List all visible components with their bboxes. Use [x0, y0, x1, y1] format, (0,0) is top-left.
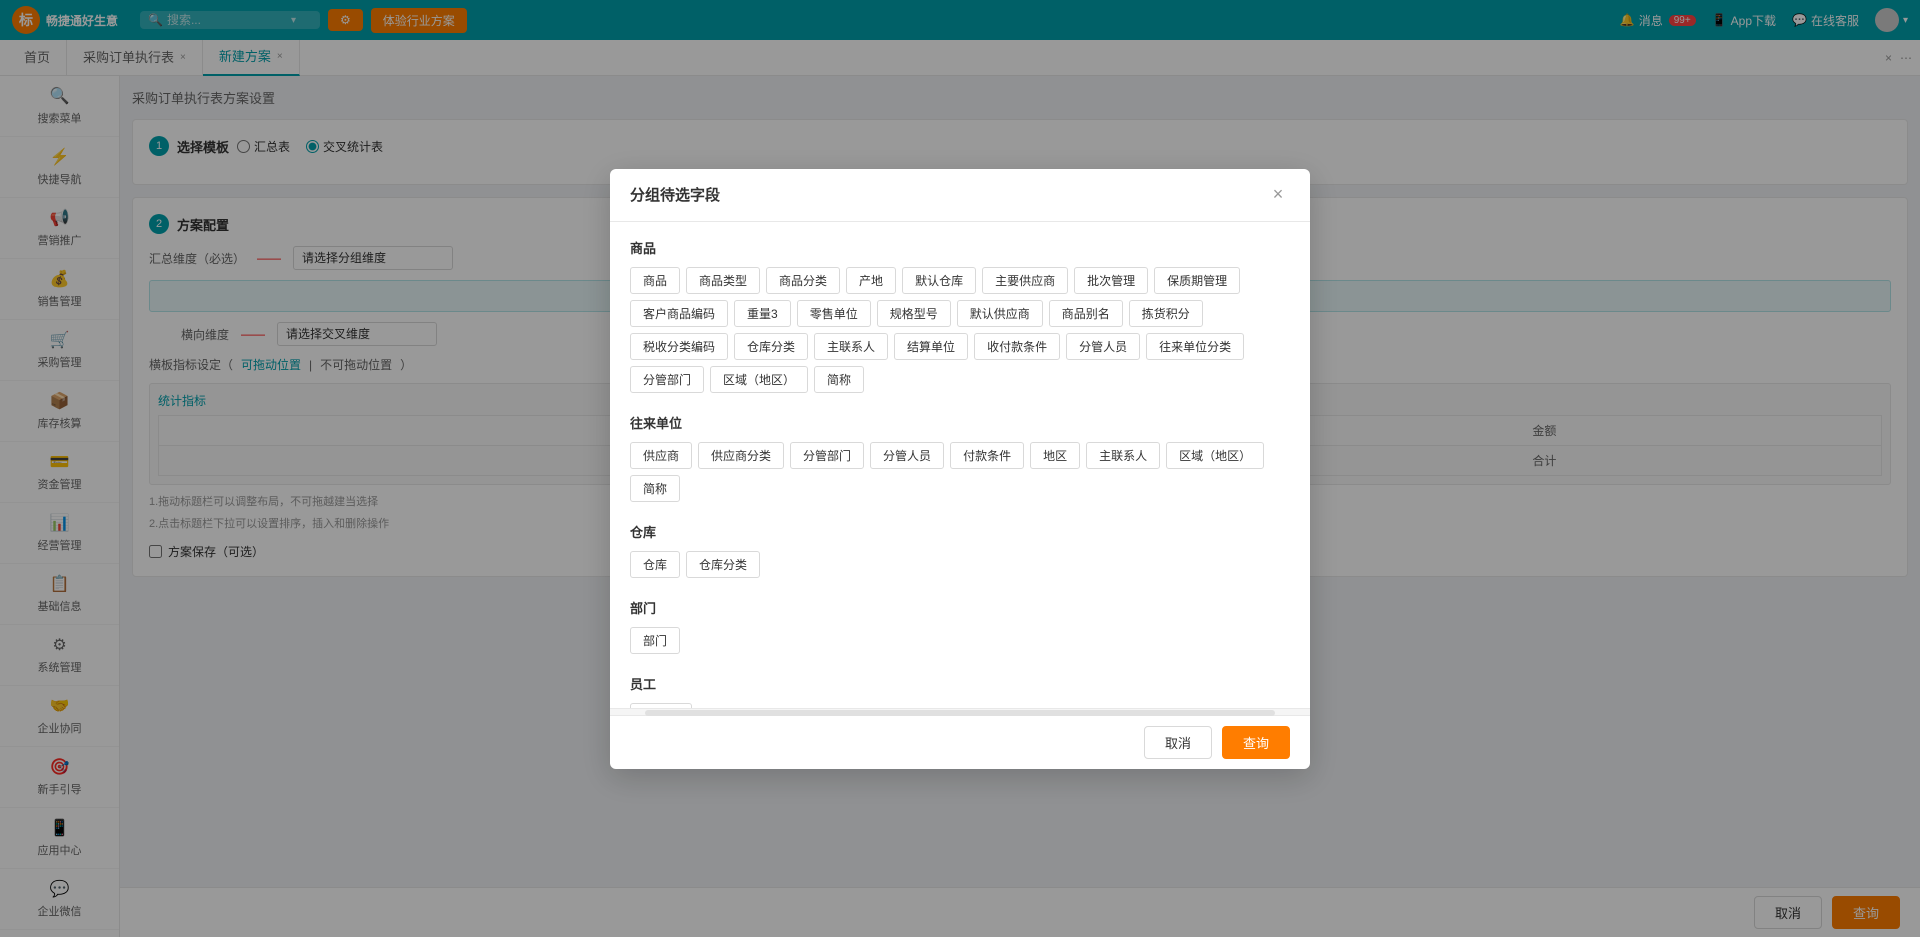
- goods-section: 商品 商品 商品类型 商品分类 产地 默认仓库 主要供应商 批次管理 保质期管理…: [630, 238, 1290, 393]
- field-tag-warehouse-category[interactable]: 仓库分类: [686, 551, 760, 578]
- field-tag-short-name-goods[interactable]: 简称: [814, 366, 864, 393]
- field-tag-region-sup[interactable]: 地区: [1030, 442, 1080, 469]
- field-tag-counterpart-cat[interactable]: 往来单位分类: [1146, 333, 1244, 360]
- field-tag-expiry-mgmt[interactable]: 保质期管理: [1154, 267, 1240, 294]
- field-tag-batch-mgmt[interactable]: 批次管理: [1074, 267, 1148, 294]
- field-tag-spec-model[interactable]: 规格型号: [877, 300, 951, 327]
- field-tag-main-supplier[interactable]: 主要供应商: [982, 267, 1068, 294]
- field-tag-sup-dept[interactable]: 分管部门: [790, 442, 864, 469]
- field-tag-goods-alias[interactable]: 商品别名: [1049, 300, 1123, 327]
- modal-close-btn[interactable]: ×: [1266, 183, 1290, 207]
- modal-title: 分组待选字段: [630, 184, 720, 205]
- field-tag-main-contact-sup[interactable]: 主联系人: [1086, 442, 1160, 469]
- dept-section-title: 部门: [630, 598, 1290, 617]
- field-tag-default-supplier[interactable]: 默认供应商: [957, 300, 1043, 327]
- field-tag-pick-points[interactable]: 拣货积分: [1129, 300, 1203, 327]
- field-tag-payment-terms[interactable]: 收付款条件: [974, 333, 1060, 360]
- employee-section: 员工 业务员: [630, 674, 1290, 709]
- modal-cancel-btn[interactable]: 取消: [1144, 726, 1212, 759]
- field-tag-customer-code[interactable]: 客户商品编码: [630, 300, 728, 327]
- modal-header: 分组待选字段 ×: [610, 169, 1310, 222]
- warehouse-field-tags: 仓库 仓库分类: [630, 551, 1290, 578]
- field-tag-goods-category[interactable]: 商品分类: [766, 267, 840, 294]
- field-tag-retail-unit[interactable]: 零售单位: [797, 300, 871, 327]
- field-tag-settlement-unit[interactable]: 结算单位: [894, 333, 968, 360]
- field-tag-department[interactable]: 部门: [630, 627, 680, 654]
- field-tag-tax-code[interactable]: 税收分类编码: [630, 333, 728, 360]
- field-tag-warehouse-cat[interactable]: 仓库分类: [734, 333, 808, 360]
- modal-dialog: 分组待选字段 × 商品 商品 商品类型 商品分类 产地 默认仓库 主要供应商 批…: [610, 169, 1310, 769]
- field-tag-region2-sup[interactable]: 区域（地区）: [1166, 442, 1264, 469]
- field-tag-supplier[interactable]: 供应商: [630, 442, 692, 469]
- field-tag-short-name-sup[interactable]: 简称: [630, 475, 680, 502]
- counterpart-section: 往来单位 供应商 供应商分类 分管部门 分管人员 付款条件 地区 主联系人 区域…: [630, 413, 1290, 502]
- employee-section-title: 员工: [630, 674, 1290, 693]
- field-tag-supervisor[interactable]: 分管人员: [1066, 333, 1140, 360]
- modal-footer: 取消 查询: [610, 715, 1310, 769]
- field-tag-goods[interactable]: 商品: [630, 267, 680, 294]
- field-tag-weight3[interactable]: 重量3: [734, 300, 791, 327]
- dept-field-tags: 部门: [630, 627, 1290, 654]
- counterpart-section-title: 往来单位: [630, 413, 1290, 432]
- field-tag-region-goods[interactable]: 区域（地区）: [710, 366, 808, 393]
- field-tag-goods-type[interactable]: 商品类型: [686, 267, 760, 294]
- dept-section: 部门 部门: [630, 598, 1290, 654]
- warehouse-section-title: 仓库: [630, 522, 1290, 541]
- field-tag-warehouse[interactable]: 仓库: [630, 551, 680, 578]
- counterpart-field-tags: 供应商 供应商分类 分管部门 分管人员 付款条件 地区 主联系人 区域（地区） …: [630, 442, 1290, 502]
- field-tag-main-contact[interactable]: 主联系人: [814, 333, 888, 360]
- h-scroll-thumb[interactable]: [645, 710, 1275, 716]
- modal-body: 商品 商品 商品类型 商品分类 产地 默认仓库 主要供应商 批次管理 保质期管理…: [610, 222, 1310, 709]
- modal-horizontal-scrollbar: [610, 708, 1310, 714]
- field-tag-origin[interactable]: 产地: [846, 267, 896, 294]
- modal-confirm-btn[interactable]: 查询: [1222, 726, 1290, 759]
- goods-field-tags: 商品 商品类型 商品分类 产地 默认仓库 主要供应商 批次管理 保质期管理 客户…: [630, 267, 1290, 393]
- modal-overlay: 分组待选字段 × 商品 商品 商品类型 商品分类 产地 默认仓库 主要供应商 批…: [0, 0, 1920, 937]
- field-tag-sup-personnel[interactable]: 分管人员: [870, 442, 944, 469]
- field-tag-payment-cond[interactable]: 付款条件: [950, 442, 1024, 469]
- field-tag-dept[interactable]: 分管部门: [630, 366, 704, 393]
- warehouse-section: 仓库 仓库 仓库分类: [630, 522, 1290, 578]
- goods-section-title: 商品: [630, 238, 1290, 257]
- field-tag-supplier-cat[interactable]: 供应商分类: [698, 442, 784, 469]
- field-tag-default-warehouse[interactable]: 默认仓库: [902, 267, 976, 294]
